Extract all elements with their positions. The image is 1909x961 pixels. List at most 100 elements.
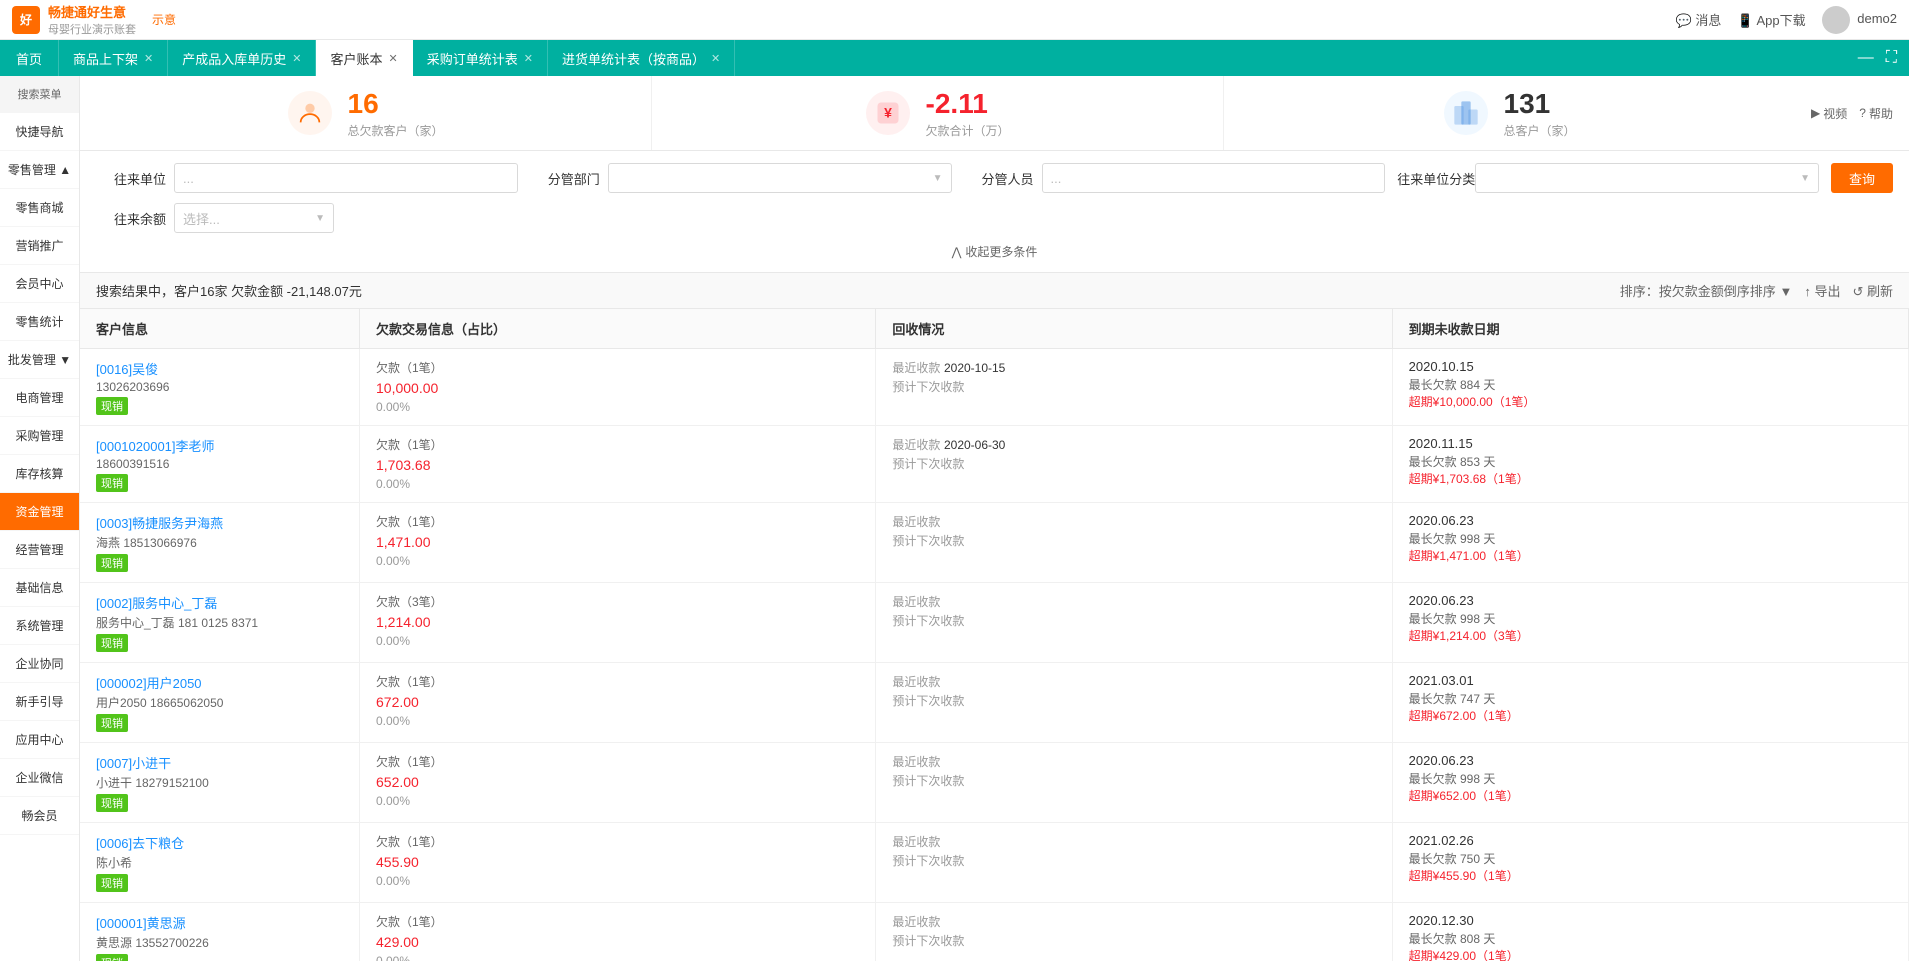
- tab-minimize-btn[interactable]: —: [1854, 49, 1878, 67]
- debt-percent-1: 0.00%: [376, 477, 859, 491]
- overdue-link-5[interactable]: 超期¥652.00（1笔）: [1409, 787, 1892, 804]
- return-recent-0: 最近收款 2020-10-15: [892, 359, 1375, 376]
- collapse-icon: ⋀: [952, 245, 962, 259]
- debt-amount-0[interactable]: 10,000.00: [376, 380, 859, 396]
- debt-count-4: 欠款（1笔）: [376, 673, 859, 690]
- customer-tag-3: 现销: [96, 634, 128, 652]
- col-header-debt: 欠款交易信息（占比）: [360, 309, 876, 348]
- sidebar-item-member[interactable]: 会员中心: [0, 265, 79, 303]
- customer-tag-5: 现销: [96, 794, 128, 812]
- table-header: 客户信息 欠款交易信息（占比） 回收情况 到期未收款日期: [80, 309, 1909, 349]
- filter-unit-category-input[interactable]: ▼: [1475, 163, 1819, 193]
- cell-customer-5: [0007]小进干 小进干 18279152100 现销: [80, 743, 360, 822]
- debt-amount-1[interactable]: 1,703.68: [376, 457, 859, 473]
- content-area: 16 总欠款客户（家） ¥ -2.11 欠款合计（万） 131: [80, 76, 1909, 961]
- sidebar-item-system[interactable]: 系统管理: [0, 607, 79, 645]
- collapse-button[interactable]: ⋀ 收起更多条件: [952, 243, 1038, 260]
- customer-id-5[interactable]: [0007]小进干: [96, 753, 343, 772]
- sidebar-item-app-center[interactable]: 应用中心: [0, 721, 79, 759]
- debt-amount-6[interactable]: 455.90: [376, 854, 859, 870]
- filter-source-unit-placeholder: ...: [183, 171, 509, 186]
- cell-return-5: 最近收款 预计下次收款: [876, 743, 1392, 822]
- view-btn[interactable]: ▶ 视频: [1811, 105, 1847, 122]
- sort-control[interactable]: 排序：按欠款金额倒序排序 ▼: [1620, 281, 1793, 300]
- customer-id-2[interactable]: [0003]畅捷服务尹海燕: [96, 513, 343, 532]
- debt-percent-5: 0.00%: [376, 794, 859, 808]
- filter-source-unit-input[interactable]: ...: [174, 163, 518, 193]
- overdue-link-2[interactable]: 超期¥1,471.00（1笔）: [1409, 547, 1892, 564]
- tab-purchase-close[interactable]: ✕: [524, 52, 533, 65]
- sidebar-toggle[interactable]: 示意: [152, 11, 176, 28]
- sidebar-item-purchase-mgmt[interactable]: 采购管理: [0, 417, 79, 455]
- overdue-link-7[interactable]: 超期¥429.00（1笔）: [1409, 947, 1892, 961]
- sidebar-item-enterprise-wechat[interactable]: 企业微信: [0, 759, 79, 797]
- overdue-days-4: 最长欠款 747 天: [1409, 690, 1892, 707]
- sidebar-item-ecommerce[interactable]: 电商管理: [0, 379, 79, 417]
- tab-produce[interactable]: 产成品入库单历史 ✕: [168, 40, 316, 76]
- tab-customer[interactable]: 客户账本 ✕: [316, 40, 412, 76]
- sidebar-search[interactable]: 搜索菜单: [0, 76, 79, 113]
- filter-manager-input[interactable]: ...: [1042, 163, 1386, 193]
- filter-unit-category-label: 往来单位分类: [1397, 169, 1467, 188]
- customer-id-1[interactable]: [0001020001]李老师: [96, 436, 343, 455]
- tab-goods[interactable]: 商品上下架 ✕: [59, 40, 168, 76]
- col-header-return: 回收情况: [876, 309, 1392, 348]
- message-btn[interactable]: 💬 消息: [1676, 10, 1722, 29]
- sidebar-item-enterprise[interactable]: 企业协同: [0, 645, 79, 683]
- export-btn[interactable]: ↑ 导出: [1804, 281, 1840, 300]
- sidebar-item-inventory[interactable]: 库存核算: [0, 455, 79, 493]
- tab-home[interactable]: 首页: [0, 40, 59, 76]
- debt-amount-5[interactable]: 652.00: [376, 774, 859, 790]
- customer-id-4[interactable]: [000002]用户2050: [96, 673, 343, 692]
- filter-source-unit: 往来单位 ...: [96, 163, 518, 193]
- sidebar-item-newbie[interactable]: 新手引导: [0, 683, 79, 721]
- debt-amount-7[interactable]: 429.00: [376, 934, 859, 950]
- sidebar-item-basic-info[interactable]: 基础信息: [0, 569, 79, 607]
- debt-percent-4: 0.00%: [376, 714, 859, 728]
- customer-id-3[interactable]: [0002]服务中心_丁磊: [96, 593, 343, 612]
- customer-id-7[interactable]: [000001]黄思源: [96, 913, 343, 932]
- cell-due-4: 2021.03.01 最长欠款 747 天 超期¥672.00（1笔）: [1393, 663, 1909, 742]
- customer-id-6[interactable]: [0006]去下粮仓: [96, 833, 343, 852]
- overdue-link-6[interactable]: 超期¥455.90（1笔）: [1409, 867, 1892, 884]
- tab-instock[interactable]: 进货单统计表（按商品） ✕: [548, 40, 735, 76]
- debt-amount-3[interactable]: 1,214.00: [376, 614, 859, 630]
- sidebar-item-operation[interactable]: 经营管理: [0, 531, 79, 569]
- sidebar-item-batch-mgmt[interactable]: 批发管理 ▼: [0, 341, 79, 379]
- overdue-link-1[interactable]: 超期¥1,703.68（1笔）: [1409, 470, 1892, 487]
- overdue-link-3[interactable]: 超期¥1,214.00（3笔）: [1409, 627, 1892, 644]
- return-next-2: 预计下次收款: [892, 532, 1375, 549]
- brand-sub: 母婴行业演示账套: [48, 21, 136, 37]
- tab-produce-close[interactable]: ✕: [292, 52, 301, 65]
- customer-id-0[interactable]: [0016]吴俊: [96, 359, 343, 378]
- stat-debt-amount: ¥ -2.11 欠款合计（万）: [652, 76, 1224, 150]
- debt-amount-2[interactable]: 1,471.00: [376, 534, 859, 550]
- search-button[interactable]: 查询: [1831, 163, 1893, 193]
- refresh-btn[interactable]: ↺ 刷新: [1852, 281, 1893, 300]
- sidebar-item-retail-mgmt[interactable]: 零售管理 ▲: [0, 151, 79, 189]
- overdue-link-0[interactable]: 超期¥10,000.00（1笔）: [1409, 393, 1892, 410]
- app-download-btn[interactable]: 📱 App下载: [1737, 10, 1805, 29]
- tab-goods-close[interactable]: ✕: [144, 52, 153, 65]
- sidebar-item-marketing[interactable]: 营销推广: [0, 227, 79, 265]
- filter-balance-input[interactable]: 选择... ▼: [174, 203, 334, 233]
- overdue-days-7: 最长欠款 808 天: [1409, 930, 1892, 947]
- sidebar-quick-nav[interactable]: 快捷导航: [0, 113, 79, 151]
- tab-purchase[interactable]: 采购订单统计表 ✕: [413, 40, 548, 76]
- sidebar-item-retail-stat[interactable]: 零售统计: [0, 303, 79, 341]
- overdue-link-4[interactable]: 超期¥672.00（1笔）: [1409, 707, 1892, 724]
- tab-instock-close[interactable]: ✕: [711, 52, 720, 65]
- sidebar-item-retail-mall[interactable]: 零售商城: [0, 189, 79, 227]
- user-avatar[interactable]: demo2: [1822, 6, 1897, 34]
- debt-percent-3: 0.00%: [376, 634, 859, 648]
- tab-customer-close[interactable]: ✕: [389, 52, 398, 65]
- sidebar-item-finance[interactable]: 资金管理: [0, 493, 79, 531]
- tab-maximize-btn[interactable]: ⛶: [1882, 49, 1901, 67]
- debt-amount-4[interactable]: 672.00: [376, 694, 859, 710]
- help-btn[interactable]: ? 帮助: [1859, 105, 1893, 122]
- top-header: 好 畅捷通好生意 母婴行业演示账套 示意 💬 消息 📱 App下载 demo2: [0, 0, 1909, 40]
- col-header-duedate: 到期未收款日期: [1393, 309, 1909, 348]
- return-recent-7: 最近收款: [892, 913, 1375, 930]
- filter-department-input[interactable]: ▼: [608, 163, 952, 193]
- sidebar-item-vip[interactable]: 畅会员: [0, 797, 79, 835]
